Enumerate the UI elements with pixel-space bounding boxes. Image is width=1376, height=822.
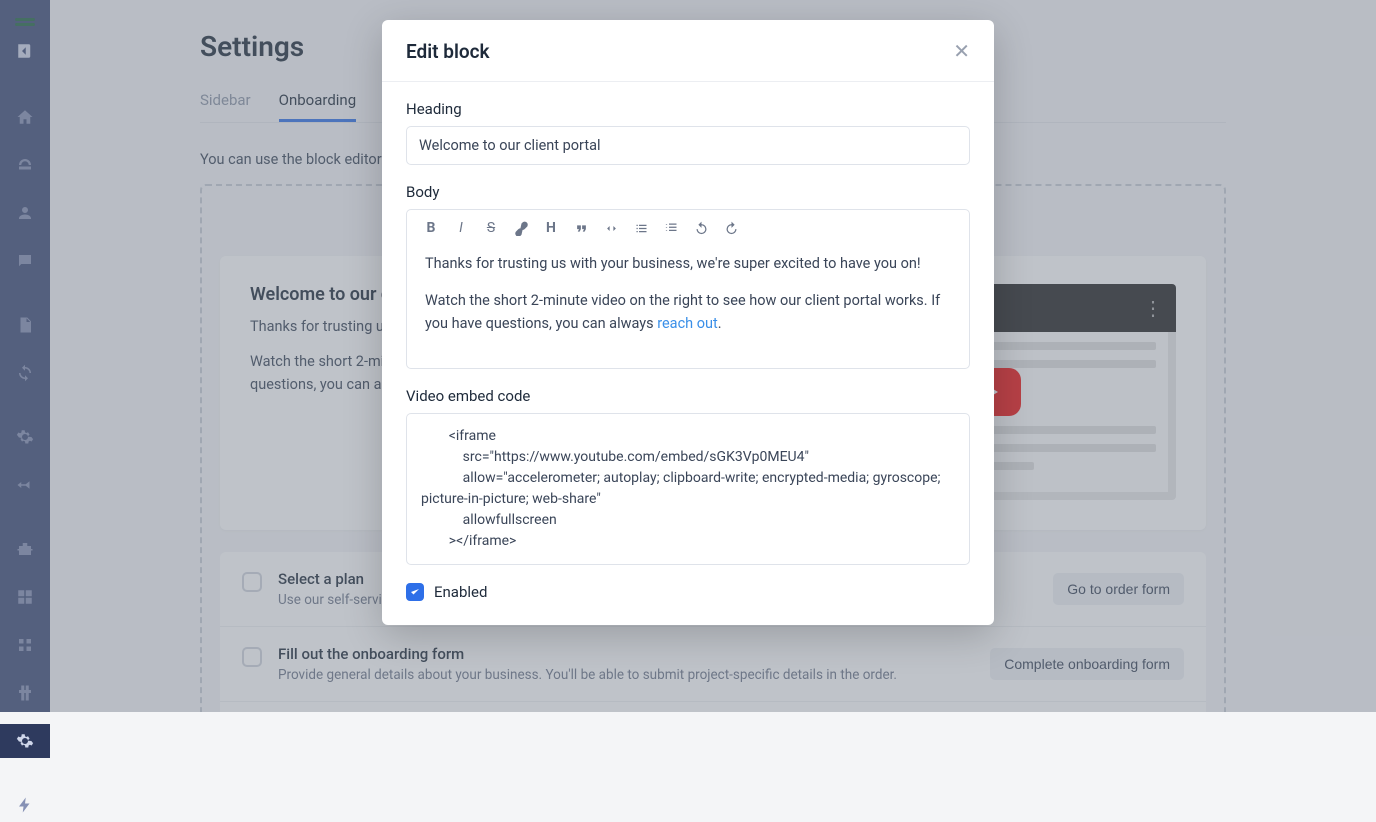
body-label: Body bbox=[406, 183, 970, 201]
video-code-input[interactable]: <iframe src="https://www.youtube.com/emb… bbox=[406, 413, 970, 565]
enabled-label[interactable]: Enabled bbox=[434, 583, 487, 601]
italic-icon[interactable]: I bbox=[453, 220, 469, 236]
nav-settings[interactable] bbox=[0, 724, 50, 758]
modal-title: Edit block bbox=[406, 40, 490, 63]
link-icon[interactable] bbox=[513, 220, 529, 236]
editor-toolbar: B I S H bbox=[407, 210, 969, 246]
heading-label: Heading bbox=[406, 100, 970, 118]
enabled-checkbox[interactable] bbox=[406, 583, 424, 601]
bold-icon[interactable]: B bbox=[423, 220, 439, 236]
reach-out-link[interactable]: reach out bbox=[657, 315, 718, 332]
ordered-list-icon[interactable] bbox=[663, 220, 679, 236]
quote-icon[interactable] bbox=[573, 220, 589, 236]
body-textarea[interactable]: Thanks for trusting us with your busines… bbox=[407, 246, 969, 368]
bullet-list-icon[interactable] bbox=[633, 220, 649, 236]
heading-icon[interactable]: H bbox=[543, 220, 559, 236]
heading-input[interactable] bbox=[406, 126, 970, 165]
nav-power[interactable] bbox=[0, 788, 50, 822]
undo-icon[interactable] bbox=[693, 220, 709, 236]
video-code-label: Video embed code bbox=[406, 387, 970, 405]
modal-close-button[interactable]: ✕ bbox=[953, 42, 970, 62]
modal-overlay[interactable]: Edit block ✕ Heading Body B I S H bbox=[0, 0, 1376, 712]
strikethrough-icon[interactable]: S bbox=[483, 220, 499, 236]
redo-icon[interactable] bbox=[723, 220, 739, 236]
body-paragraph: Thanks for trusting us with your busines… bbox=[425, 252, 951, 275]
edit-block-modal: Edit block ✕ Heading Body B I S H bbox=[382, 20, 994, 625]
body-paragraph: Watch the short 2-minute video on the ri… bbox=[425, 289, 951, 335]
code-icon[interactable] bbox=[603, 220, 619, 236]
body-editor: B I S H Thanks for trusting us with your… bbox=[406, 209, 970, 369]
